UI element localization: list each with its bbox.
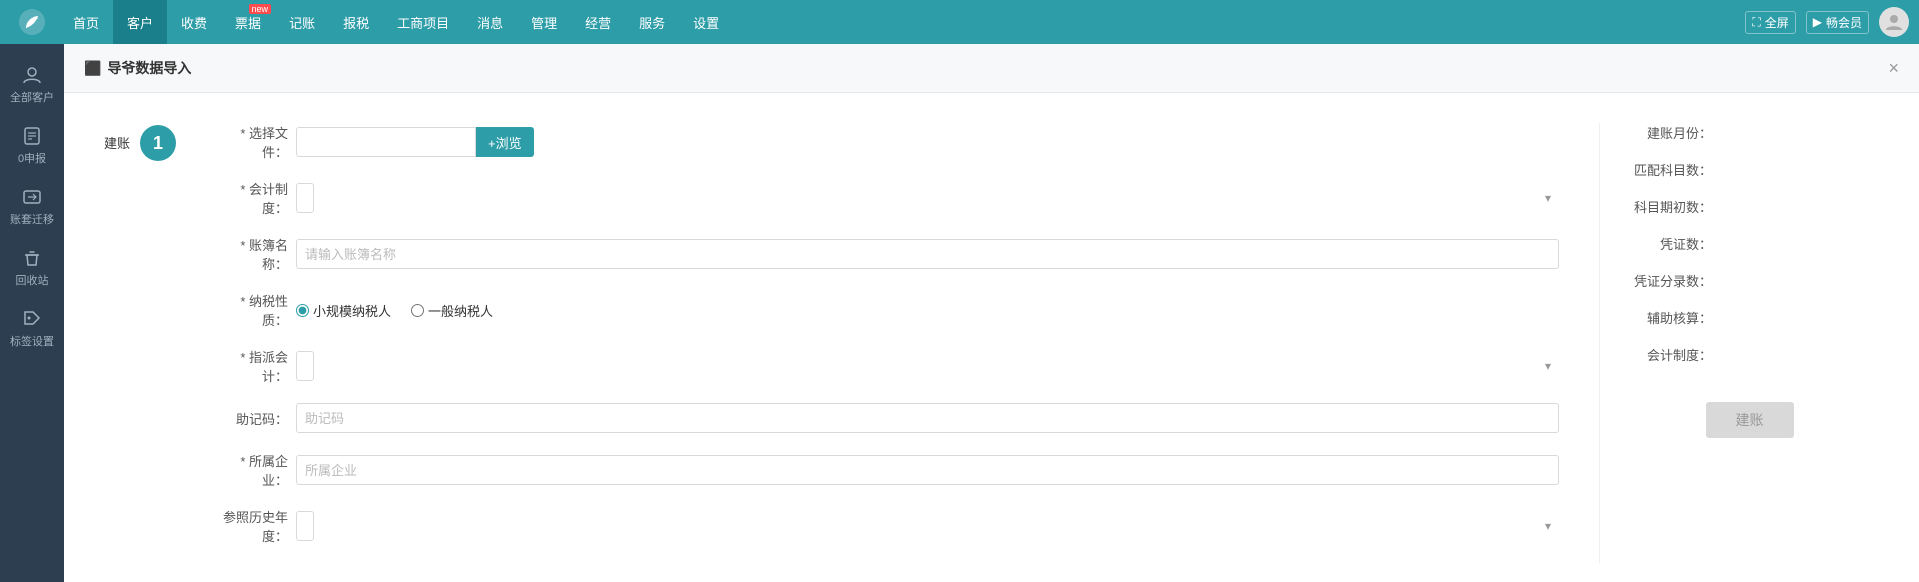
file-row: * 选择文件： +浏览 [216, 123, 1559, 161]
nav-business[interactable]: 工商项目 [383, 0, 463, 44]
browse-button[interactable]: +浏览 [476, 127, 534, 157]
fullscreen-icon: ⛶ [1752, 15, 1760, 30]
form-section: * 选择文件： +浏览 * 会计制度： [216, 123, 1559, 563]
memo-row: 助记码： [216, 403, 1559, 433]
history-year-label: 参照历史年度： [216, 507, 296, 545]
nav-bookkeeping[interactable]: 记账 [275, 0, 329, 44]
tax-type-row: * 纳税性质： 小规模纳税人 一般纳税人 [216, 291, 1559, 329]
step-circle: 1 [140, 125, 176, 161]
nav-service[interactable]: 服务 [625, 0, 679, 44]
dialog-title: ⬛ 导爷数据导入 [84, 58, 191, 78]
new-badge: new [249, 4, 272, 14]
file-input[interactable] [296, 127, 476, 157]
nav-items: 首页 客户 收费 票据 new 记账 报税 工商项目 消息 管理 经营 服务 设… [59, 0, 1745, 44]
build-month-label: 建账月份： [1620, 123, 1720, 142]
right-section: 建账月份： 匹配科目数： 科目期初数： 凭证数： [1599, 123, 1879, 563]
accounting-system-select-wrapper [296, 183, 1559, 213]
history-year-row: 参照历史年度： [216, 507, 1559, 545]
company-row: * 所属企业： [216, 451, 1559, 489]
nav-settings[interactable]: 设置 [679, 0, 733, 44]
radio-general[interactable]: 一般纳税人 [411, 301, 493, 320]
nav-fee[interactable]: 收费 [167, 0, 221, 44]
content-area: ⬛ 导爷数据导入 × 建账 1 * 选择文件： [64, 44, 1919, 582]
nav-invoice[interactable]: 票据 new [221, 0, 275, 44]
auxiliary-label: 辅助核算： [1620, 308, 1720, 327]
tax-type-radio-group: 小规模纳税人 一般纳税人 [296, 301, 493, 320]
nav-message[interactable]: 消息 [463, 0, 517, 44]
nav-right: ⛶ 全屏 ▶ 畅会员 [1745, 7, 1909, 37]
accountant-label: * 指派会计： [216, 347, 296, 385]
nav-tax[interactable]: 报税 [329, 0, 383, 44]
app-logo [10, 0, 54, 44]
nav-customer[interactable]: 客户 [113, 0, 167, 44]
nav-operation[interactable]: 经营 [571, 0, 625, 44]
memo-label: 助记码： [216, 409, 296, 428]
dialog-body: 建账 1 * 选择文件： +浏览 * 会计制度 [64, 93, 1919, 582]
import-icon: ⬛ [84, 60, 101, 77]
fullscreen-btn[interactable]: ⛶ 全屏 [1745, 11, 1795, 34]
history-year-select[interactable] [296, 511, 314, 541]
build-button[interactable]: 建账 [1706, 402, 1794, 438]
sidebar: 全部客户 0申报 账套迁移 回收站 [0, 44, 64, 582]
subject-init-row: 科目期初数： [1620, 197, 1879, 216]
match-subjects-label: 匹配科目数： [1620, 160, 1720, 179]
avatar[interactable] [1879, 7, 1909, 37]
build-btn-row: 建账 [1620, 382, 1879, 438]
ledger-name-label: * 账簿名称： [216, 235, 296, 273]
sidebar-item-all-customers[interactable]: 全部客户 [0, 54, 64, 115]
subject-init-label: 科目期初数： [1620, 197, 1720, 216]
voucher-records-label: 凭证分录数： [1620, 271, 1720, 290]
right-accounting-system-label: 会计制度： [1620, 345, 1720, 364]
vouchers-label: 凭证数： [1620, 234, 1720, 253]
file-input-group: +浏览 [296, 127, 1559, 157]
vip-icon: ▶ [1813, 15, 1822, 29]
close-button[interactable]: × [1888, 59, 1899, 77]
vip-btn[interactable]: ▶ 畅会员 [1806, 11, 1869, 34]
history-year-select-wrapper [296, 511, 1559, 541]
right-accounting-system-row: 会计制度： [1620, 345, 1879, 364]
vouchers-row: 凭证数： [1620, 234, 1879, 253]
file-label: * 选择文件： [216, 123, 296, 161]
accountant-select[interactable] [296, 351, 314, 381]
main-layout: 全部客户 0申报 账套迁移 回收站 [0, 44, 1919, 582]
dialog-header: ⬛ 导爷数据导入 × [64, 44, 1919, 93]
nav-home[interactable]: 首页 [59, 0, 113, 44]
step-section: 建账 1 [104, 123, 176, 563]
match-subjects-row: 匹配科目数： [1620, 160, 1879, 179]
accounting-system-label: * 会计制度： [216, 179, 296, 217]
nav-manage[interactable]: 管理 [517, 0, 571, 44]
voucher-records-row: 凭证分录数： [1620, 271, 1879, 290]
sidebar-item-account-transfer[interactable]: 账套迁移 [0, 176, 64, 237]
top-nav: 首页 客户 收费 票据 new 记账 报税 工商项目 消息 管理 经营 服务 设… [0, 0, 1919, 44]
accounting-system-select[interactable] [296, 183, 314, 213]
sidebar-item-recycle[interactable]: 回收站 [0, 237, 64, 298]
step-label: 建账 [104, 133, 130, 152]
accountant-select-wrapper [296, 351, 1559, 381]
company-input[interactable] [296, 455, 1559, 485]
auxiliary-row: 辅助核算： [1620, 308, 1879, 327]
ledger-name-input[interactable] [296, 239, 1559, 269]
company-label: * 所属企业： [216, 451, 296, 489]
dialog: ⬛ 导爷数据导入 × 建账 1 * 选择文件： [64, 44, 1919, 582]
ledger-name-row: * 账簿名称： [216, 235, 1559, 273]
build-month-row: 建账月份： [1620, 123, 1879, 142]
memo-input[interactable] [296, 403, 1559, 433]
accountant-row: * 指派会计： [216, 347, 1559, 385]
sidebar-item-zero-declaration[interactable]: 0申报 [0, 115, 64, 176]
sidebar-item-tag-settings[interactable]: 标签设置 [0, 298, 64, 359]
radio-small-scale[interactable]: 小规模纳税人 [296, 301, 391, 320]
accounting-system-row: * 会计制度： [216, 179, 1559, 217]
tax-type-label: * 纳税性质： [216, 291, 296, 329]
